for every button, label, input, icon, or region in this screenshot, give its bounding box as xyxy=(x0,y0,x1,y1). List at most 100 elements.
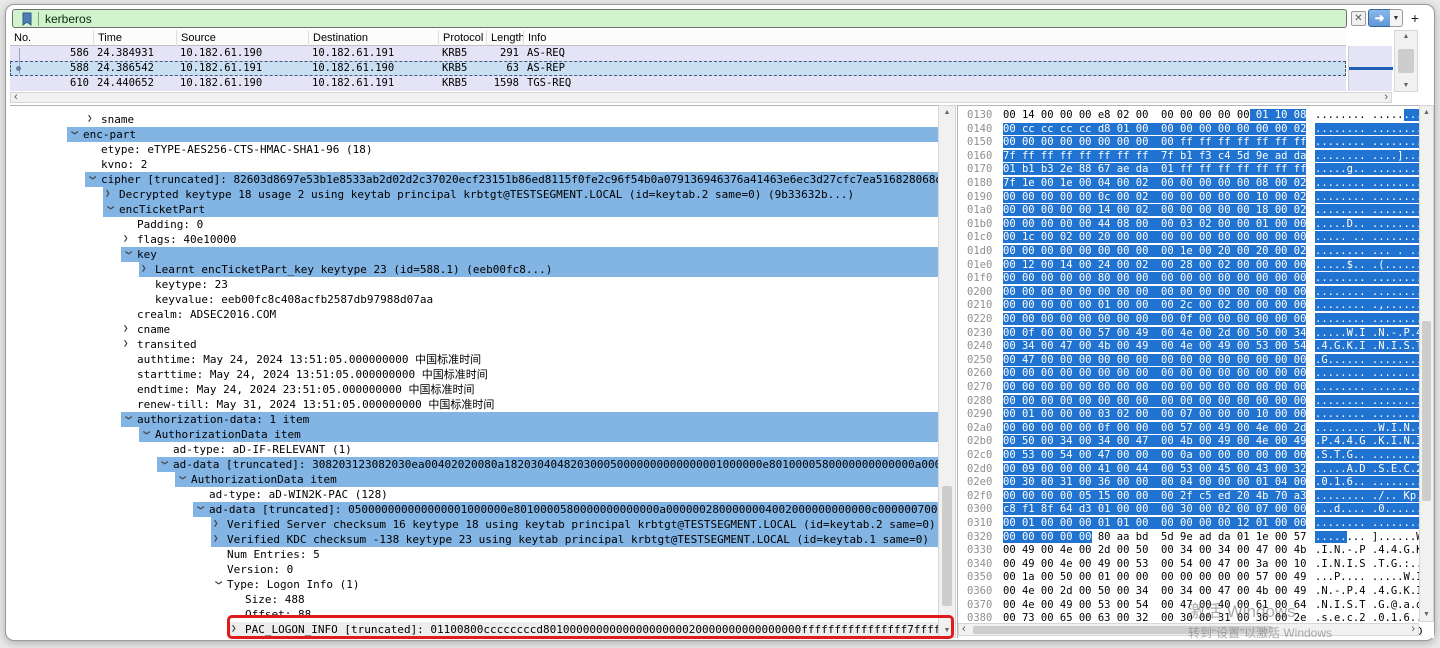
column-header-destination[interactable]: Destination xyxy=(308,30,438,46)
expanded-chevron-icon[interactable]: ❯ xyxy=(174,475,189,485)
tree-row[interactable]: ❯cname xyxy=(121,322,946,337)
hex-bytes[interactable]: 00 49 00 4e 00 49 00 53 00 54 00 47 00 3… xyxy=(1003,558,1306,572)
display-filter-input[interactable]: kerberos xyxy=(12,9,1347,28)
hex-bytes[interactable]: 00 12 00 14 00 24 00 02 00 28 00 02 00 0… xyxy=(1003,259,1306,273)
packet-row[interactable]: 61024.44065210.182.61.19010.182.61.191KR… xyxy=(10,76,1346,91)
hex-bytes[interactable]: 00 01 00 00 00 03 02 00 00 07 00 00 00 1… xyxy=(1003,408,1306,422)
ascii-bytes[interactable]: .S.T.G.. ........ xyxy=(1315,449,1422,463)
tree-row[interactable]: ❯ad-data [truncated]: 308203123082030ea0… xyxy=(157,457,946,472)
tree-row[interactable]: renew-till: May 31, 2024 13:51:05.000000… xyxy=(121,397,946,412)
collapsed-chevron-icon[interactable]: ❯ xyxy=(231,622,241,637)
ascii-bytes[interactable]: ........ ./.. Kp. xyxy=(1315,490,1422,504)
hex-bytes[interactable]: 00 00 00 00 00 00 00 00 00 ff ff ff ff f… xyxy=(1003,136,1306,150)
ascii-bytes[interactable]: ........ ........ xyxy=(1315,136,1422,150)
hex-bytes[interactable]: 00 00 00 00 00 0c 00 02 00 00 00 00 00 1… xyxy=(1003,191,1306,205)
tree-row[interactable]: ❯ad-data [truncated]: 050000000000000001… xyxy=(193,502,946,517)
packet-list-vscrollbar[interactable]: ▲ ▼ xyxy=(1394,30,1418,92)
hex-bytes[interactable]: 00 01 00 00 00 01 01 00 00 00 00 00 12 0… xyxy=(1003,517,1306,531)
hex-bytes[interactable]: 00 00 00 00 00 00 00 00 00 00 00 00 00 0… xyxy=(1003,395,1306,409)
tree-row[interactable]: ❯enc-part xyxy=(67,127,946,142)
tree-row[interactable]: ❯sname xyxy=(85,112,946,127)
tree-row[interactable]: starttime: May 24, 2024 13:51:05.0000000… xyxy=(121,367,946,382)
hex-bytes[interactable]: 00 00 00 00 00 00 00 00 00 00 00 00 00 0… xyxy=(1003,367,1306,381)
packet-list-minimap[interactable] xyxy=(1348,46,1392,91)
hex-bytes[interactable]: 7f 1e 00 1e 00 04 00 02 00 00 00 00 00 0… xyxy=(1003,177,1306,191)
ascii-bytes[interactable]: ........ .W.I.N.- xyxy=(1315,422,1422,436)
ascii-bytes[interactable]: ........ ........ xyxy=(1315,286,1422,300)
tree-row[interactable]: ❯Verified Server checksum 16 keytype 18 … xyxy=(211,517,946,532)
ascii-bytes[interactable]: ........ ........ xyxy=(1315,191,1422,205)
ascii-bytes[interactable]: ...P.... .....W.I xyxy=(1315,571,1422,585)
ascii-bytes[interactable]: ........ ........ xyxy=(1315,313,1422,327)
tree-row[interactable]: ❯key xyxy=(121,247,946,262)
expanded-chevron-icon[interactable]: ❯ xyxy=(210,580,225,590)
tree-row[interactable]: ❯AuthorizationData item xyxy=(139,427,946,442)
collapsed-chevron-icon[interactable]: ❯ xyxy=(123,232,133,247)
ascii-bytes[interactable]: ........ ]......W xyxy=(1315,531,1422,545)
hex-bytes[interactable]: 7f ff ff ff ff ff ff ff 7f b1 f3 c4 5d 9… xyxy=(1003,150,1306,164)
scroll-left-icon[interactable]: ‹ xyxy=(14,92,18,103)
hex-bytes[interactable]: 00 34 00 47 00 4b 00 49 00 4e 00 49 00 5… xyxy=(1003,340,1306,354)
ascii-bytes[interactable]: ..... .. ........ xyxy=(1315,231,1422,245)
filter-text[interactable]: kerberos xyxy=(45,12,92,26)
ascii-bytes[interactable]: .P.4.4.G .K.I.N.I xyxy=(1315,435,1422,449)
add-filter-button[interactable]: + xyxy=(1407,9,1423,27)
hex-bytes[interactable]: 00 47 00 00 00 00 00 00 00 00 00 00 00 0… xyxy=(1003,354,1306,368)
ascii-bytes[interactable]: .....A.D .S.E.C.2 xyxy=(1315,463,1422,477)
hex-bytes[interactable]: 01 b1 b3 2e 88 67 ae da 01 ff ff ff ff f… xyxy=(1003,163,1306,177)
column-header-protocol[interactable]: Protocol xyxy=(438,30,486,46)
scroll-up-icon[interactable]: ▲ xyxy=(939,109,955,116)
tree-row[interactable]: ❯Learnt encTicketPart_key keytype 23 (id… xyxy=(139,262,946,277)
scroll-down-icon[interactable]: ▼ xyxy=(1420,611,1433,618)
ascii-bytes[interactable]: .0.1.6.. ........ xyxy=(1315,476,1422,490)
ascii-bytes[interactable]: ........ ........ xyxy=(1315,395,1422,409)
scroll-right-icon[interactable]: › xyxy=(1384,92,1388,103)
tree-row[interactable]: ❯Decrypted keytype 18 usage 2 using keyt… xyxy=(103,187,946,202)
packet-row[interactable]: 58624.38493110.182.61.19010.182.61.191KR… xyxy=(10,46,1346,61)
hex-bytes[interactable]: 00 00 00 00 00 00 00 00 00 0f 00 00 00 0… xyxy=(1003,313,1306,327)
column-header-length[interactable]: Length xyxy=(486,30,523,46)
filter-bookmark-icon[interactable] xyxy=(17,12,39,26)
ascii-bytes[interactable]: ........ ... . .. xyxy=(1315,245,1422,259)
hex-bytes[interactable]: 00 30 00 31 00 36 00 00 00 04 00 00 00 0… xyxy=(1003,476,1306,490)
hex-bytes[interactable]: 00 1a 00 50 00 01 00 00 00 00 00 00 00 5… xyxy=(1003,571,1306,585)
scroll-right-icon[interactable]: › xyxy=(1411,624,1415,635)
ascii-bytes[interactable]: ........ ........ xyxy=(1315,272,1422,286)
packet-list-hscrollbar[interactable]: ‹ › xyxy=(10,92,1392,103)
ascii-bytes[interactable]: ........ ........ xyxy=(1315,381,1422,395)
ascii-bytes[interactable]: .....W.I .N.-.P.4 xyxy=(1315,327,1422,341)
expanded-chevron-icon[interactable]: ❯ xyxy=(120,415,135,425)
tree-row[interactable]: ❯encTicketPart xyxy=(103,202,946,217)
collapsed-chevron-icon[interactable]: ❯ xyxy=(123,322,133,337)
scroll-up-icon[interactable]: ▲ xyxy=(1395,33,1417,40)
tree-row[interactable]: ❯flags: 40e10000 xyxy=(121,232,946,247)
column-header-source[interactable]: Source xyxy=(176,30,308,46)
tree-row[interactable]: keyvalue: eeb00fc8c408acfb2587db97988d07… xyxy=(139,292,946,307)
column-header-info[interactable]: Info xyxy=(523,30,1343,46)
hex-bytes[interactable]: 00 00 00 00 05 15 00 00 00 2f c5 ed 20 4… xyxy=(1003,490,1306,504)
tree-row[interactable]: endtime: May 24, 2024 23:51:05.000000000… xyxy=(121,382,946,397)
hex-bytes[interactable]: 00 50 00 34 00 34 00 47 00 4b 00 49 00 4… xyxy=(1003,435,1306,449)
tree-row[interactable]: keytype: 23 xyxy=(139,277,946,292)
collapsed-chevron-icon[interactable]: ❯ xyxy=(213,532,223,547)
tree-row[interactable]: ad-type: aD-IF-RELEVANT (1) xyxy=(157,442,946,457)
hex-bytes[interactable]: 00 00 00 00 00 80 aa bd 5d 9e ad da 01 1… xyxy=(1003,531,1306,545)
expanded-chevron-icon[interactable]: ❯ xyxy=(138,430,153,440)
ascii-bytes[interactable]: ........ ........ xyxy=(1315,408,1422,422)
ascii-bytes[interactable]: ........ ....]... xyxy=(1315,150,1422,164)
tree-row[interactable]: ❯Type: Logon Info (1) xyxy=(211,577,946,592)
hex-bytes[interactable]: 00 00 00 00 00 01 00 00 00 2c 00 02 00 0… xyxy=(1003,299,1306,313)
expanded-chevron-icon[interactable]: ❯ xyxy=(66,130,81,140)
scroll-down-icon[interactable]: ▼ xyxy=(1395,82,1417,89)
hex-bytes[interactable]: 00 00 00 00 00 14 00 02 00 00 00 00 00 1… xyxy=(1003,204,1306,218)
ascii-bytes[interactable]: .N.-.P.4 .4.G.K.I xyxy=(1315,585,1422,599)
hex-bytes[interactable]: 00 49 00 4e 00 2d 00 50 00 34 00 34 00 4… xyxy=(1003,544,1306,558)
collapsed-chevron-icon[interactable]: ❯ xyxy=(213,517,223,532)
collapsed-chevron-icon[interactable]: ❯ xyxy=(123,337,133,352)
ascii-bytes[interactable]: .I.N.-.P .4.4.G.K xyxy=(1315,544,1422,558)
ascii-bytes[interactable]: .4.G.K.I .N.I.S.T xyxy=(1315,340,1422,354)
hex-vscrollbar[interactable]: ▲ ▼ xyxy=(1419,105,1434,622)
ascii-bytes[interactable]: ........ ........ xyxy=(1315,109,1422,123)
tree-row[interactable]: Version: 0 xyxy=(211,562,946,577)
ascii-bytes[interactable]: ........ ........ xyxy=(1315,123,1422,137)
